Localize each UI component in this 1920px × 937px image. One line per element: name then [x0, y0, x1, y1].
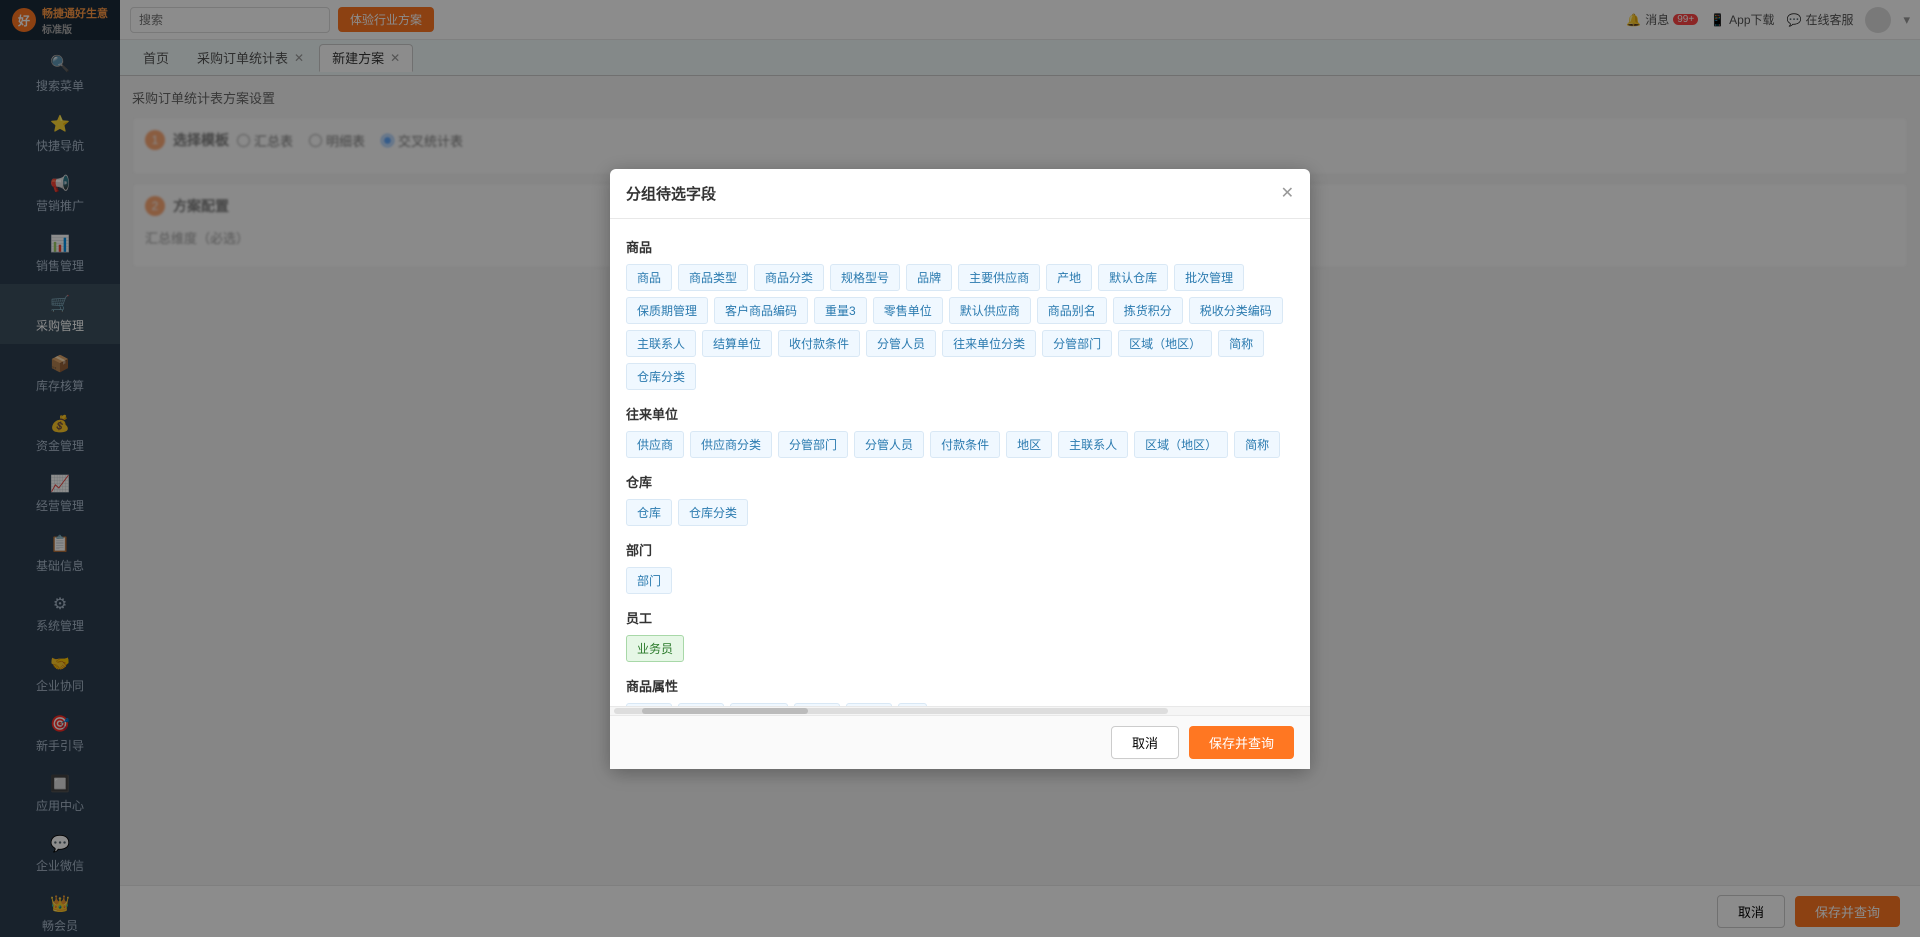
modal-header: 分组待选字段 ✕ [610, 169, 1310, 219]
modal-cancel-button[interactable]: 取消 [1111, 726, 1179, 759]
field-tag-0-3[interactable]: 规格型号 [830, 264, 900, 291]
modal-close-button[interactable]: ✕ [1281, 183, 1294, 203]
field-tag-1-5[interactable]: 地区 [1006, 431, 1052, 458]
field-section-title-4: 员工 [626, 608, 1294, 627]
field-tag-0-13[interactable]: 默认供应商 [949, 297, 1031, 324]
field-tag-0-11[interactable]: 重量3 [814, 297, 867, 324]
modal-title: 分组待选字段 [626, 183, 716, 204]
field-tags-3: 部门 [626, 567, 1294, 594]
field-section-title-0: 商品 [626, 237, 1294, 256]
field-tag-0-12[interactable]: 零售单位 [873, 297, 943, 324]
field-tag-0-9[interactable]: 保质期管理 [626, 297, 708, 324]
field-tag-0-1[interactable]: 商品类型 [678, 264, 748, 291]
field-tag-1-4[interactable]: 付款条件 [930, 431, 1000, 458]
field-tag-0-0[interactable]: 商品 [626, 264, 672, 291]
field-tag-1-0[interactable]: 供应商 [626, 431, 684, 458]
field-section-title-5: 商品属性 [626, 676, 1294, 695]
field-tag-0-23[interactable]: 区域（地区） [1118, 330, 1212, 357]
field-tag-2-1[interactable]: 仓库分类 [678, 499, 748, 526]
field-tag-0-6[interactable]: 产地 [1046, 264, 1092, 291]
modal: 分组待选字段 ✕ 商品商品商品类型商品分类规格型号品牌主要供应商产地默认仓库批次… [610, 169, 1310, 769]
field-section-title-1: 往来单位 [626, 404, 1294, 423]
field-tag-1-6[interactable]: 主联系人 [1058, 431, 1128, 458]
field-tag-0-20[interactable]: 分管人员 [866, 330, 936, 357]
field-section-title-2: 仓库 [626, 472, 1294, 491]
modal-overlay: 分组待选字段 ✕ 商品商品商品类型商品分类规格型号品牌主要供应商产地默认仓库批次… [0, 0, 1920, 937]
field-tag-0-7[interactable]: 默认仓库 [1098, 264, 1168, 291]
field-tags-4: 业务员 [626, 635, 1294, 662]
field-tag-1-2[interactable]: 分管部门 [778, 431, 848, 458]
modal-body: 商品商品商品类型商品分类规格型号品牌主要供应商产地默认仓库批次管理保质期管理客户… [610, 219, 1310, 706]
field-tag-0-10[interactable]: 客户商品编码 [714, 297, 808, 324]
field-tag-1-8[interactable]: 简称 [1234, 431, 1280, 458]
field-tag-0-17[interactable]: 主联系人 [626, 330, 696, 357]
field-tag-1-3[interactable]: 分管人员 [854, 431, 924, 458]
field-tag-2-0[interactable]: 仓库 [626, 499, 672, 526]
field-tag-1-7[interactable]: 区域（地区） [1134, 431, 1228, 458]
field-tags-0: 商品商品类型商品分类规格型号品牌主要供应商产地默认仓库批次管理保质期管理客户商品… [626, 264, 1294, 390]
modal-hscroll[interactable] [610, 706, 1310, 715]
modal-save-button[interactable]: 保存并查询 [1189, 726, 1294, 759]
field-tag-0-2[interactable]: 商品分类 [754, 264, 824, 291]
field-tag-0-15[interactable]: 拣货积分 [1113, 297, 1183, 324]
field-tags-2: 仓库仓库分类 [626, 499, 1294, 526]
field-tag-1-1[interactable]: 供应商分类 [690, 431, 772, 458]
field-tag-0-18[interactable]: 结算单位 [702, 330, 772, 357]
field-tag-0-14[interactable]: 商品别名 [1037, 297, 1107, 324]
field-tag-0-22[interactable]: 分管部门 [1042, 330, 1112, 357]
field-tag-0-21[interactable]: 往来单位分类 [942, 330, 1036, 357]
field-tag-0-4[interactable]: 品牌 [906, 264, 952, 291]
field-tag-4-0[interactable]: 业务员 [626, 635, 684, 662]
modal-footer: 取消 保存并查询 [610, 715, 1310, 769]
field-tag-0-8[interactable]: 批次管理 [1174, 264, 1244, 291]
field-section-title-3: 部门 [626, 540, 1294, 559]
field-tags-1: 供应商供应商分类分管部门分管人员付款条件地区主联系人区域（地区）简称 [626, 431, 1294, 458]
field-tag-0-16[interactable]: 税收分类编码 [1189, 297, 1283, 324]
field-tag-0-24[interactable]: 简称 [1218, 330, 1264, 357]
field-tag-0-19[interactable]: 收付款条件 [778, 330, 860, 357]
field-tag-3-0[interactable]: 部门 [626, 567, 672, 594]
field-tag-0-5[interactable]: 主要供应商 [958, 264, 1040, 291]
field-tag-0-25[interactable]: 仓库分类 [626, 363, 696, 390]
